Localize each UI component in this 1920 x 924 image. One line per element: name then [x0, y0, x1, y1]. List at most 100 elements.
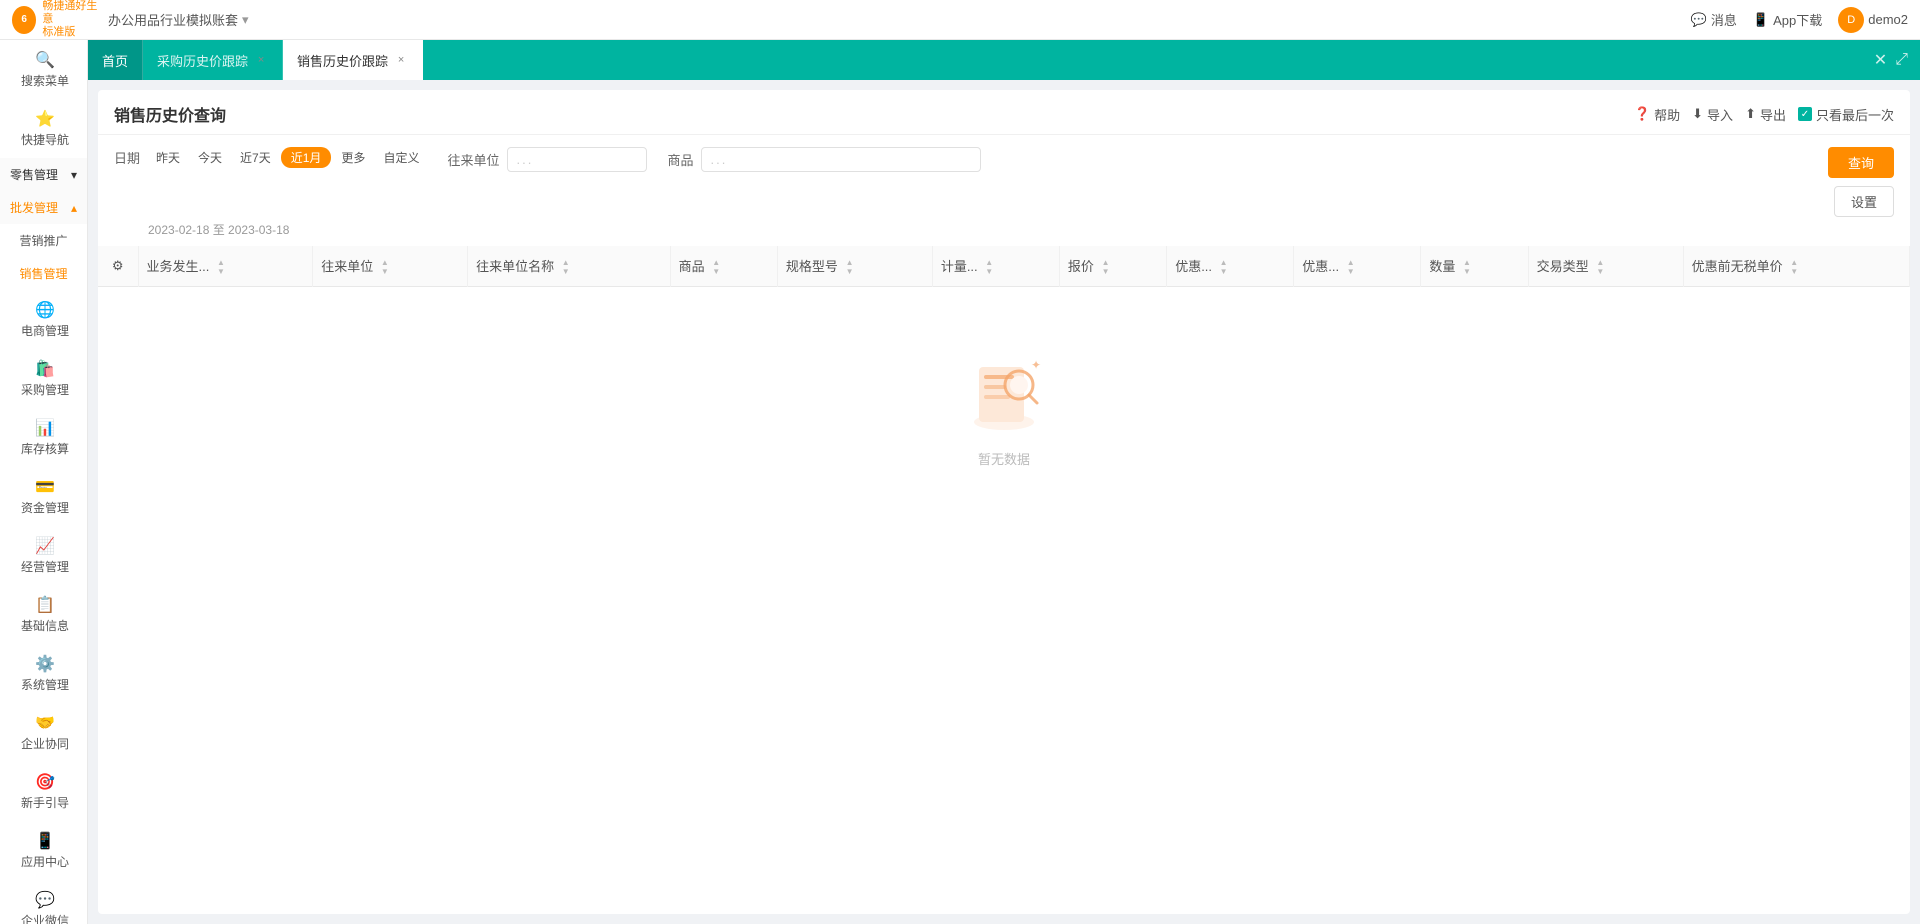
sidebar-item-enterprise[interactable]: 🤝 企业协同	[0, 703, 87, 762]
th-discount1[interactable]: 优惠... ▲▼	[1167, 246, 1294, 287]
th-spec[interactable]: 规格型号 ▲▼	[777, 246, 932, 287]
filter-section: 日期 昨天 今天 近7天 近1月 更多 自定义 往来单位	[98, 135, 1910, 246]
app-download-btn[interactable]: 📱 App下载	[1753, 10, 1822, 29]
import-icon: ⬇	[1692, 106, 1703, 122]
page-title: 销售历史价查询	[114, 102, 226, 126]
content-area: 首页 采购历史价跟踪 × 销售历史价跟踪 × ✕ ⤢ 销售历史价查询	[88, 40, 1920, 924]
query-btn[interactable]: 查询	[1828, 147, 1894, 178]
th-unit[interactable]: 计量... ▲▼	[932, 246, 1059, 287]
sidebar-item-sales-mgmt[interactable]: 销售管理	[0, 257, 87, 290]
user-menu[interactable]: D demo2	[1838, 7, 1908, 33]
app-title: 办公用品行业模拟账套 ▾	[108, 10, 249, 29]
sort-icon-unit: ▲▼	[985, 259, 993, 276]
ecommerce-icon: 🌐	[35, 300, 55, 320]
product-label: 商品	[667, 150, 693, 169]
sidebar-item-finance[interactable]: 💳 资金管理	[0, 467, 87, 526]
only-last-checkbox[interactable]: ✓	[1798, 107, 1812, 121]
sidebar-item-marketing[interactable]: 营销推广	[0, 224, 87, 257]
date-tabs: 昨天 今天 近7天 近1月 更多 自定义	[148, 147, 427, 168]
sidebar-item-search[interactable]: 🔍 搜索菜单	[0, 40, 87, 99]
settings-btn[interactable]: 设置	[1834, 186, 1894, 217]
close-purchase-history-tab[interactable]: ×	[254, 53, 268, 67]
counterparty-label: 往来单位	[447, 150, 499, 169]
star-icon: ⭐	[35, 109, 55, 129]
sort-icon-counterparty-id: ▲▼	[381, 259, 389, 276]
date-tab-yesterday[interactable]: 昨天	[148, 147, 188, 168]
export-icon: ⬆	[1745, 106, 1756, 122]
inventory-icon: 📊	[35, 418, 55, 438]
logo-text: 畅捷通好生意 标准版	[42, 0, 100, 39]
filter-row-1: 日期 昨天 今天 近7天 近1月 更多 自定义 往来单位	[114, 147, 1894, 217]
th-counterparty-name[interactable]: 往来单位名称 ▲▼	[468, 246, 671, 287]
filter-product-group: 商品 ...	[667, 147, 981, 172]
basic-info-icon: 📋	[35, 595, 55, 615]
tab-purchase-history[interactable]: 采购历史价跟踪 ×	[143, 40, 283, 80]
th-qty[interactable]: 数量 ▲▼	[1421, 246, 1528, 287]
th-counterparty-id[interactable]: 往来单位 ▲▼	[313, 246, 468, 287]
sidebar: 🔍 搜索菜单 ⭐ 快捷导航 零售管理 ▾ 批发管理 ▴ 营销推广 销售管理 🌐 …	[0, 40, 88, 924]
logo-area: 6 畅捷通好生意 标准版	[12, 0, 100, 39]
download-icon: 📱	[1753, 12, 1769, 28]
th-product[interactable]: 商品 ▲▼	[670, 246, 777, 287]
data-table: ⚙ 业务发生... ▲▼ 往来单位 ▲▼ 往来单位名称	[98, 246, 1910, 287]
th-trade-type[interactable]: 交易类型 ▲▼	[1528, 246, 1683, 287]
sidebar-item-guide[interactable]: 🎯 新手引导	[0, 762, 87, 821]
close-window-icon[interactable]: ✕	[1874, 50, 1887, 70]
sidebar-item-wholesale-mgmt[interactable]: 批发管理 ▴	[0, 191, 87, 224]
top-bar-right: 💬 消息 📱 App下载 D demo2	[1691, 7, 1908, 33]
top-bar-left: 6 畅捷通好生意 标准版 办公用品行业模拟账套 ▾	[12, 0, 249, 39]
tab-sales-history[interactable]: 销售历史价跟踪 ×	[283, 40, 423, 80]
export-btn[interactable]: ⬆ 导出	[1745, 105, 1786, 124]
sidebar-item-ecommerce[interactable]: 🌐 电商管理	[0, 290, 87, 349]
sidebar-item-wechat[interactable]: 💬 企业微信	[0, 880, 87, 924]
import-btn[interactable]: ⬇ 导入	[1692, 105, 1733, 124]
date-range-text: 2023-02-18 至 2023-03-18	[148, 223, 289, 237]
date-tab-custom[interactable]: 自定义	[375, 147, 427, 168]
chevron-down-icon: ▾	[71, 168, 77, 182]
avatar: D	[1838, 7, 1864, 33]
sidebar-item-operations[interactable]: 📈 经营管理	[0, 526, 87, 585]
date-tab-1month[interactable]: 近1月	[281, 147, 332, 168]
th-discount2[interactable]: 优惠... ▲▼	[1294, 246, 1421, 287]
help-btn[interactable]: ❓ 帮助	[1634, 105, 1680, 124]
th-quote[interactable]: 报价 ▲▼	[1059, 246, 1166, 287]
sort-icon-counterparty-name: ▲▼	[562, 259, 570, 276]
date-label: 日期	[114, 148, 140, 167]
filter-actions: 查询 设置	[1828, 147, 1894, 217]
logo-icon: 6	[12, 6, 36, 34]
filter-date-group: 日期 昨天 今天 近7天 近1月 更多 自定义	[114, 147, 427, 168]
date-tab-today[interactable]: 今天	[190, 147, 230, 168]
sort-icon-discount1: ▲▼	[1220, 259, 1228, 276]
system-icon: ⚙️	[35, 654, 55, 674]
sort-icon-trade-type: ▲▼	[1596, 259, 1604, 276]
th-pre-tax-price[interactable]: 优惠前无税单价 ▲▼	[1683, 246, 1909, 287]
sidebar-item-basic-info[interactable]: 📋 基础信息	[0, 585, 87, 644]
counterparty-input[interactable]: ...	[507, 147, 647, 172]
table-header-row: ⚙ 业务发生... ▲▼ 往来单位 ▲▼ 往来单位名称	[98, 246, 1910, 287]
product-input[interactable]: ...	[701, 147, 981, 172]
enterprise-icon: 🤝	[35, 713, 55, 733]
tab-bar: 首页 采购历史价跟踪 × 销售历史价跟踪 × ✕ ⤢	[88, 40, 1920, 80]
guide-icon: 🎯	[35, 772, 55, 792]
th-settings[interactable]: ⚙	[98, 246, 138, 287]
sidebar-item-system[interactable]: ⚙️ 系统管理	[0, 644, 87, 703]
sidebar-item-inventory[interactable]: 📊 库存核算	[0, 408, 87, 467]
dropdown-icon[interactable]: ▾	[242, 12, 249, 28]
th-biz-date[interactable]: 业务发生... ▲▼	[138, 246, 313, 287]
message-btn[interactable]: 💬 消息	[1691, 10, 1737, 29]
sidebar-item-quick-nav[interactable]: ⭐ 快捷导航	[0, 99, 87, 158]
wechat-icon: 💬	[35, 890, 55, 910]
date-tab-7days[interactable]: 近7天	[232, 147, 279, 168]
date-tab-more[interactable]: 更多	[333, 147, 373, 168]
sort-icon-product: ▲▼	[712, 259, 720, 276]
settings-gear-icon[interactable]: ⚙	[112, 258, 124, 273]
help-icon: ❓	[1634, 106, 1650, 122]
only-last-checkbox-label[interactable]: ✓ 只看最后一次	[1798, 105, 1894, 124]
maximize-icon[interactable]: ⤢	[1895, 51, 1908, 69]
top-bar: 6 畅捷通好生意 标准版 办公用品行业模拟账套 ▾ 💬 消息 📱 App下载 D…	[0, 0, 1920, 40]
tab-home[interactable]: 首页	[88, 40, 143, 80]
sidebar-item-purchase[interactable]: 🛍️ 采购管理	[0, 349, 87, 408]
sidebar-item-app-center[interactable]: 📱 应用中心	[0, 821, 87, 880]
close-sales-history-tab[interactable]: ×	[394, 53, 408, 67]
sidebar-item-retail-mgmt[interactable]: 零售管理 ▾	[0, 158, 87, 191]
